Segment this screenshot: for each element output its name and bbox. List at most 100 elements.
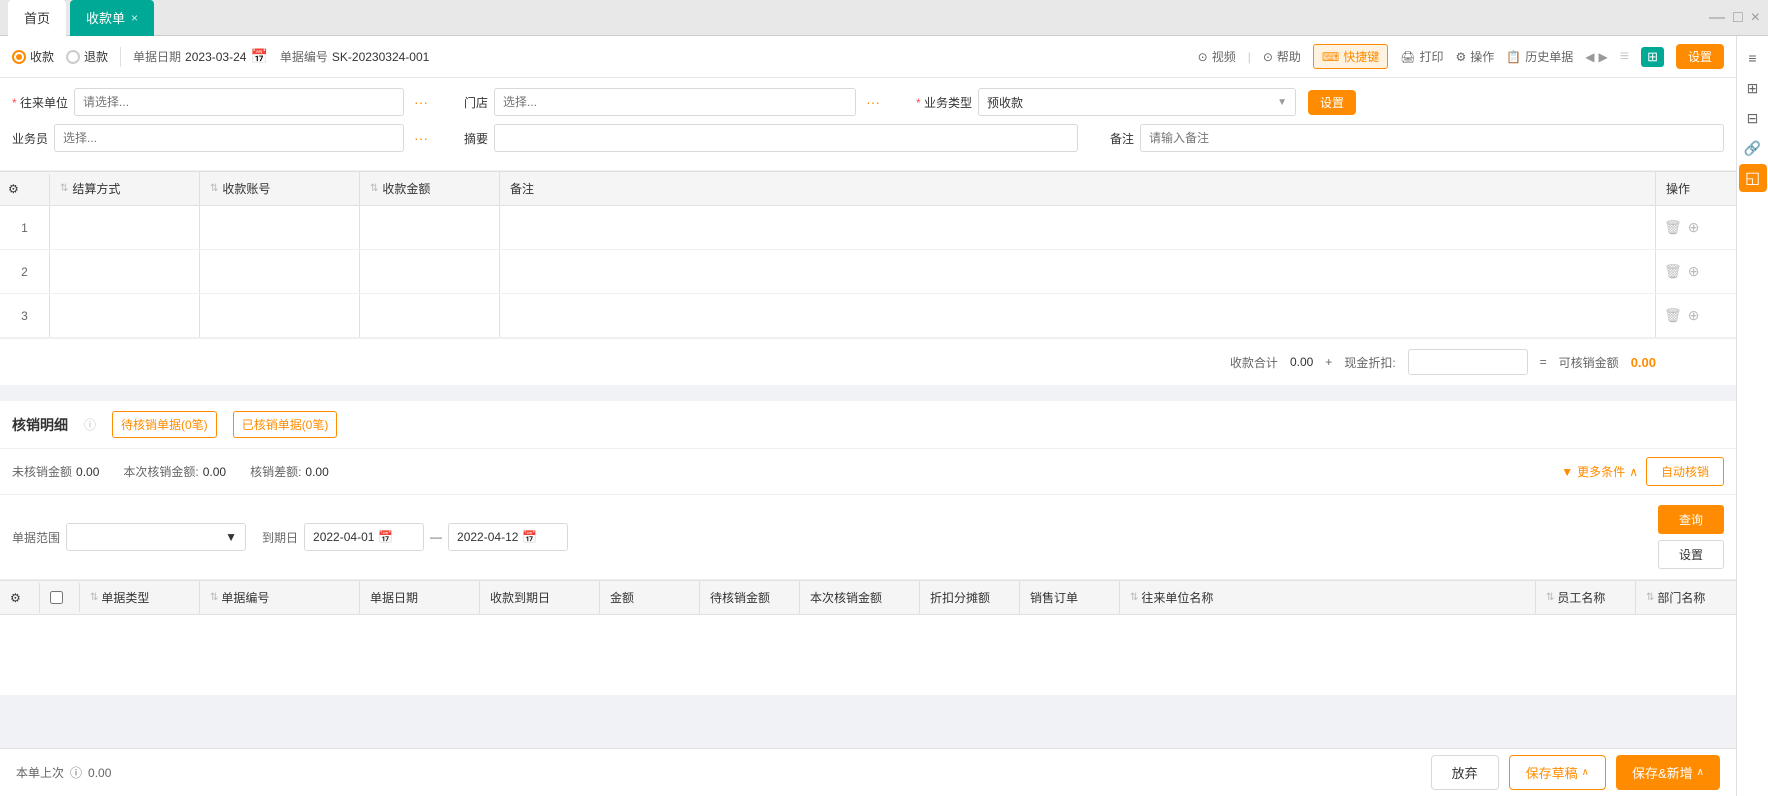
business-type-value: 预收款 [987, 94, 1023, 111]
calendar-icon[interactable]: 📅 [250, 48, 267, 65]
td-account-2[interactable] [200, 250, 360, 293]
history-btn[interactable]: 📋 历史单据 [1506, 48, 1573, 65]
current-stat: 本次核销金额: 0.00 [123, 463, 226, 480]
nav-prev-icon[interactable]: ◀ [1585, 50, 1594, 64]
th-ops: 操作 [1656, 172, 1736, 205]
sidebar-icon-expand[interactable]: ◱ [1739, 164, 1767, 192]
td-account-1[interactable] [200, 206, 360, 249]
copy-icon-1[interactable]: ⊕ [1688, 219, 1700, 236]
radio-refund[interactable]: 退款 [66, 48, 108, 65]
td-settle-1[interactable] [50, 206, 200, 249]
more-conditions-btn[interactable]: ▼ 更多条件 ∧ [1561, 463, 1638, 480]
store-more-icon[interactable]: ··· [862, 94, 884, 110]
radio-collection-label: 收款 [30, 48, 54, 65]
abandon-btn[interactable]: 放弃 [1431, 755, 1499, 790]
draft-btn[interactable]: 保存草稿 ∧ [1509, 755, 1606, 790]
copy-icon-2[interactable]: ⊕ [1688, 263, 1700, 280]
th-note-label: 备注 [510, 180, 534, 197]
save-new-btn[interactable]: 保存&新增 ∧ [1616, 755, 1720, 790]
counterpart-input[interactable] [74, 88, 404, 116]
info-icon[interactable]: ⓘ [70, 764, 82, 781]
sidebar-icon-link[interactable]: 🔗 [1739, 134, 1767, 162]
number-field: 单据编号 SK-20230324-001 [280, 48, 429, 65]
sidebar-icon-minus[interactable]: ⊟ [1739, 104, 1767, 132]
rec-th-amount-label: 金额 [610, 589, 634, 606]
delete-icon-2[interactable]: 🗑 [1664, 263, 1682, 280]
date-dash: — [430, 530, 442, 544]
tab-home[interactable]: 首页 [8, 0, 66, 36]
reconcile-section: 核销明细 ⓘ 待核销单据(0笔) 已核销单据(0笔) 未核销金额 0.00 本次… [0, 401, 1736, 695]
print-btn[interactable]: 🖨 打印 [1400, 48, 1443, 65]
radio-collection[interactable]: 收款 [12, 48, 54, 65]
td-amount-1[interactable] [360, 206, 500, 249]
video-btn[interactable]: ⊙ 视频 [1198, 48, 1236, 65]
discount-input[interactable] [1408, 349, 1528, 375]
sidebar-icon-grid[interactable]: ⊞ [1739, 74, 1767, 102]
td-settle-3[interactable] [50, 294, 200, 337]
sidebar-icon-table[interactable]: ≡ [1739, 44, 1767, 72]
th-gear[interactable]: ⚙ [0, 174, 50, 204]
td-account-3[interactable] [200, 294, 360, 337]
help-btn[interactable]: ⊙ 帮助 [1263, 48, 1301, 65]
reconcile-info-icon[interactable]: ⓘ [84, 416, 96, 433]
range-select[interactable]: ▼ [66, 523, 246, 551]
last-label: 本单上次 [16, 764, 64, 781]
tab-close-icon[interactable]: × [131, 11, 138, 25]
calendar-from-icon: 📅 [378, 530, 393, 544]
th-amount: ⇅ 收款金额 [360, 172, 500, 205]
th-amount-sort-icon: ⇅ [370, 183, 378, 194]
done-tab[interactable]: 已核销单据(0笔) [233, 411, 338, 438]
counterpart-more-icon[interactable]: ··· [410, 94, 432, 110]
filter-settings-btn[interactable]: 设置 [1658, 540, 1724, 569]
delete-icon-3[interactable]: 🗑 [1664, 307, 1682, 324]
query-btn[interactable]: 查询 [1658, 505, 1724, 534]
business-type-select[interactable]: 预收款 ▼ [978, 88, 1296, 116]
remark-input[interactable] [1140, 124, 1724, 152]
delete-icon-1[interactable]: 🗑 [1664, 219, 1682, 236]
filter-row: 单据范围 ▼ 到期日 2022-04-01 📅 — 2022-04-12 [0, 495, 1736, 580]
rec-th-discount-label: 折扣分摊额 [930, 589, 990, 606]
operation-btn[interactable]: ⚙ 操作 [1456, 48, 1495, 65]
plus-sign: + [1325, 355, 1332, 369]
store-input[interactable] [494, 88, 856, 116]
rec-th-current-label: 本次核销金额 [810, 589, 882, 606]
salesperson-more-icon[interactable]: ··· [410, 130, 432, 146]
pending-tab[interactable]: 待核销单据(0笔) [112, 411, 217, 438]
bottom-right: 放弃 保存草稿 ∧ 保存&新增 ∧ [1431, 755, 1720, 790]
td-note-2[interactable] [500, 250, 1656, 293]
settings-button[interactable]: 设置 [1676, 44, 1724, 69]
summary-input[interactable] [494, 124, 1078, 152]
td-settle-2[interactable] [50, 250, 200, 293]
list-view-icon[interactable]: ≡ [1620, 48, 1629, 66]
auto-reconcile-btn[interactable]: 自动核销 [1646, 457, 1724, 486]
netable-label: 可核销金额 [1559, 354, 1619, 371]
salesperson-input[interactable] [54, 124, 404, 152]
form-settings-btn[interactable]: 设置 [1308, 90, 1356, 115]
td-amount-3[interactable] [360, 294, 500, 337]
rec-th-employee-label: 员工名称 [1557, 589, 1605, 606]
copy-icon-3[interactable]: ⊕ [1688, 307, 1700, 324]
window-close-btn[interactable]: × [1751, 9, 1760, 27]
rec-th-number-sort: ⇅ [210, 592, 218, 603]
date-from-input[interactable]: 2022-04-01 📅 [304, 523, 424, 551]
td-amount-2[interactable] [360, 250, 500, 293]
td-note-1[interactable] [500, 206, 1656, 249]
td-note-3[interactable] [500, 294, 1656, 337]
unverified-value: 0.00 [76, 465, 99, 479]
grid-view-icon[interactable]: ⊞ [1641, 47, 1664, 67]
rec-th-checkbox[interactable] [40, 583, 80, 612]
counterpart-field: 往来单位 ··· [12, 88, 432, 116]
nav-next-icon[interactable]: ▶ [1599, 50, 1608, 64]
tab-receipt[interactable]: 收款单 × [70, 0, 154, 36]
business-type-label: 业务类型 [916, 94, 972, 111]
rec-th-gear[interactable]: ⚙ [0, 583, 40, 613]
rec-th-date-label: 单据日期 [370, 589, 418, 606]
date-to-input[interactable]: 2022-04-12 📅 [448, 523, 568, 551]
rec-select-all[interactable] [50, 591, 63, 604]
type-radio-group: 收款 退款 [12, 48, 108, 65]
maximize-btn[interactable]: □ [1733, 9, 1743, 27]
range-select-arrow: ▼ [225, 530, 237, 544]
netable-value: 0.00 [1631, 355, 1656, 370]
shortcut-btn[interactable]: ⌨ 快捷键 [1313, 44, 1388, 69]
minimize-btn[interactable]: — [1709, 9, 1725, 27]
